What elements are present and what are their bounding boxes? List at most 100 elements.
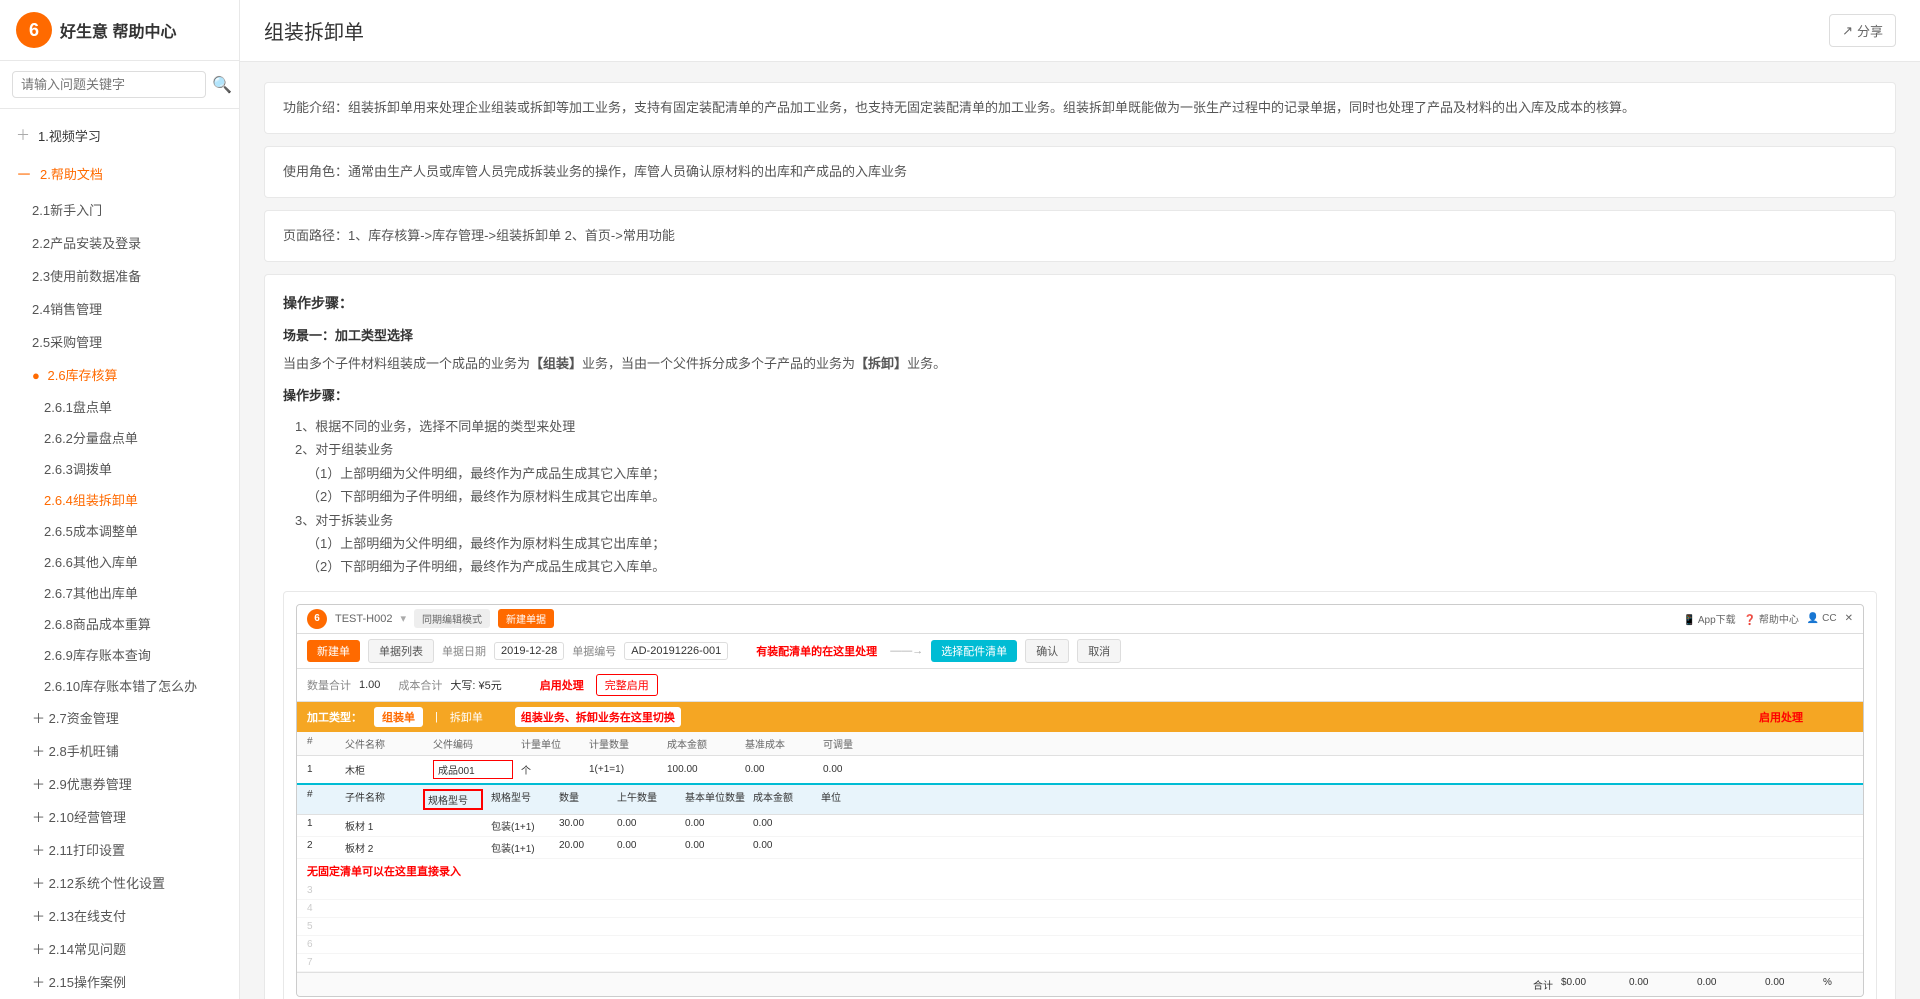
ss-user-icon: 👤 CC	[1807, 613, 1837, 624]
ss-subrow2-uqty: 0.00	[617, 840, 677, 855]
sidebar-item-video[interactable]: ＋ 1.视频学习	[0, 117, 239, 153]
ss-row1-avail: 0.00	[823, 764, 883, 775]
sidebar-item-2-6-5[interactable]: 2.6.5成本调整单	[0, 515, 239, 546]
ss-cost-value: 大写: ¥5元	[450, 677, 501, 693]
sidebar-item-2-6-3[interactable]: 2.6.3调拨单	[0, 453, 239, 484]
intro-text-2: 使用角色：通常由生产人员或库管人员完成拆装业务的操作，库管人员确认原材料的出库和…	[283, 164, 907, 179]
expand-icon-2-13: ＋	[32, 909, 45, 924]
ss-tab-list[interactable]: 单据列表	[368, 639, 434, 663]
search-button[interactable]: 🔍	[212, 75, 232, 95]
ss-tab-new[interactable]: 新建单	[307, 640, 360, 662]
ss-col-cost: 基准成本	[745, 736, 815, 751]
sidebar-item-2-6-9[interactable]: 2.6.9库存账本查询	[0, 639, 239, 670]
ss-row1-pname: 木柜	[345, 762, 425, 777]
sidebar-item-2-6-6[interactable]: 2.6.6其他入库单	[0, 546, 239, 577]
ss-logo: 6	[307, 609, 327, 629]
sidebar-item-2-6-4[interactable]: 2.6.4组装拆卸单	[0, 484, 239, 515]
ss-order-value: AD-20191226-001	[624, 642, 728, 660]
sidebar-item-2-1[interactable]: 2.1新手入门	[0, 193, 239, 226]
annotation-5: 无固定清单可以在这里直接录入	[307, 866, 461, 878]
ss-subrow2-code	[423, 840, 483, 855]
ss-confirm-btn[interactable]: 确认	[1025, 639, 1069, 663]
sidebar-item-2-12[interactable]: ＋ 2.12系统个性化设置	[0, 866, 239, 899]
step-2b: （2）下部明细为子件明细，最终作为原材料生成其它出库单。	[307, 485, 1877, 508]
annotation-1: 有装配清单的在这里处理	[756, 643, 877, 659]
ss-app-id: TEST-H002	[335, 613, 392, 625]
sidebar-item-2-9[interactable]: ＋ 2.9优惠券管理	[0, 767, 239, 800]
intro-box-3: 页面路径：1、库存核算->库存管理->组装拆卸单 2、首页->常用功能	[264, 210, 1896, 262]
ss-subrow1-code	[423, 818, 483, 833]
ss-sub-idx: #	[307, 789, 337, 810]
ss-cancel-btn[interactable]: 取消	[1077, 639, 1121, 663]
sidebar-item-2-10[interactable]: ＋ 2.10经营管理	[0, 800, 239, 833]
sidebar-item-2-2[interactable]: 2.2产品安装及登录	[0, 226, 239, 259]
sidebar-item-2-6-10[interactable]: 2.6.10库存账本错了怎么办	[0, 670, 239, 701]
step-2a: （1）上部明细为父件明细，最终作为产成品生成其它入库单；	[307, 462, 1877, 485]
sidebar-item-label: 1.视频学习	[38, 126, 101, 145]
main-header: 组装拆卸单 ↗ 分享	[240, 0, 1920, 62]
sidebar-item-2-3[interactable]: 2.3使用前数据准备	[0, 259, 239, 292]
intro-text-1: 功能介绍：组装拆卸单用来处理企业组装或拆卸等加工业务，支持有固定装配清单的产品加…	[283, 100, 1635, 115]
ss-enable-btn[interactable]: 完整启用	[596, 674, 658, 696]
active-dot: ●	[32, 368, 40, 383]
ss-total-pad: %	[1823, 977, 1853, 992]
ss-disassembly-type: 拆卸单	[450, 709, 483, 725]
sidebar-item-docs[interactable]: － 2.帮助文档	[0, 153, 239, 193]
sidebar-item-2-15[interactable]: ＋ 2.15操作案例	[0, 965, 239, 998]
ss-new-btn: 新建单据	[498, 609, 554, 628]
ss-total-label: 合计	[1533, 977, 1553, 992]
search-input[interactable]	[12, 71, 206, 98]
ss-subrow2-name: 板材 2	[345, 840, 415, 855]
logo-icon: 6	[16, 12, 52, 48]
ss-subrow5-idx: 5	[307, 921, 337, 932]
ss-col-pcode: 父件编码	[433, 736, 513, 751]
sidebar: 6 好生意 帮助中心 🔍 ＋ 1.视频学习 － 2.帮助文档 2.1新手入门 2…	[0, 0, 240, 999]
screenshot-image: 6 TEST-H002 ▾ 同期编辑模式 新建单据 📱 App下载 ❓ 帮助中心…	[296, 604, 1864, 997]
ss-process-label: 加工类型：	[307, 709, 362, 725]
ss-subrow6-idx: 6	[307, 939, 337, 950]
ss-subrow1-uqty: 0.00	[617, 818, 677, 833]
ss-subrow2-bqty: 0.00	[685, 840, 745, 855]
ss-assembly-type: 组装单	[374, 707, 423, 727]
ss-select-btn[interactable]: 选择配件清单	[931, 640, 1017, 662]
content-area: 功能介绍：组装拆卸单用来处理企业组装或拆卸等加工业务，支持有固定装配清单的产品加…	[240, 62, 1920, 999]
ss-col-pname: 父件名称	[345, 736, 425, 751]
ops-steps-title: 操作步骤：	[283, 384, 1877, 407]
ss-sub-name: 子件名称	[345, 789, 415, 810]
sidebar-item-2-6-1[interactable]: 2.6.1盘点单	[0, 391, 239, 422]
expand-icon-2-12: ＋	[32, 876, 45, 891]
sidebar-item-2-4[interactable]: 2.4销售管理	[0, 292, 239, 325]
sidebar-item-2-7[interactable]: ＋ 2.7资金管理	[0, 701, 239, 734]
ss-total-qty: $0.00	[1561, 977, 1621, 992]
page-title: 组装拆卸单	[264, 16, 364, 45]
ss-total-basecost: 0.00	[1629, 977, 1689, 992]
share-icon: ↗	[1842, 23, 1853, 39]
ss-sub-qty: 数量	[559, 789, 609, 810]
ss-date-label: 单据日期	[442, 643, 486, 659]
ss-sub-unit: 单位	[821, 789, 871, 810]
ss-sub-spec: 规格型号	[491, 789, 551, 810]
sidebar-item-2-11[interactable]: ＋ 2.11打印设置	[0, 833, 239, 866]
sidebar-item-2-8[interactable]: ＋ 2.8手机旺铺	[0, 734, 239, 767]
scenario1-desc: 当由多个子件材料组装成一个成品的业务为【组装】业务，当由一个父件拆分成多个子产品…	[283, 352, 1877, 375]
sidebar-item-2-6[interactable]: ● 2.6库存核算	[0, 358, 239, 391]
share-button[interactable]: ↗ 分享	[1829, 14, 1896, 47]
ss-row1-unit: 个	[521, 762, 581, 777]
ss-subrow1-idx: 1	[307, 818, 337, 833]
ss-subrow1-spec: 包装(1+1)	[491, 818, 551, 833]
expand-icon-2-9: ＋	[32, 777, 45, 792]
sidebar-item-2-13[interactable]: ＋ 2.13在线支付	[0, 899, 239, 932]
intro-box-2: 使用角色：通常由生产人员或库管人员完成拆装业务的操作，库管人员确认原材料的出库和…	[264, 146, 1896, 198]
sidebar-item-2-6-8[interactable]: 2.6.8商品成本重算	[0, 608, 239, 639]
step-2: 2、对于组装业务	[295, 438, 1877, 461]
ss-date-value: 2019-12-28	[494, 642, 564, 660]
sidebar-item-2-14[interactable]: ＋ 2.14常见问题	[0, 932, 239, 965]
step-3a: （1）上部明细为父件明细，最终作为原材料生成其它出库单；	[307, 532, 1877, 555]
app-title: 好生意 帮助中心	[60, 18, 176, 42]
sidebar-item-2-5[interactable]: 2.5采购管理	[0, 325, 239, 358]
intro-box-1: 功能介绍：组装拆卸单用来处理企业组装或拆卸等加工业务，支持有固定装配清单的产品加…	[264, 82, 1896, 134]
ss-help-icon: ❓ 帮助中心	[1744, 611, 1799, 626]
sidebar-item-2-6-7[interactable]: 2.6.7其他出库单	[0, 577, 239, 608]
intro-text-3: 页面路径：1、库存核算->库存管理->组装拆卸单 2、首页->常用功能	[283, 228, 675, 243]
sidebar-item-2-6-2[interactable]: 2.6.2分量盘点单	[0, 422, 239, 453]
